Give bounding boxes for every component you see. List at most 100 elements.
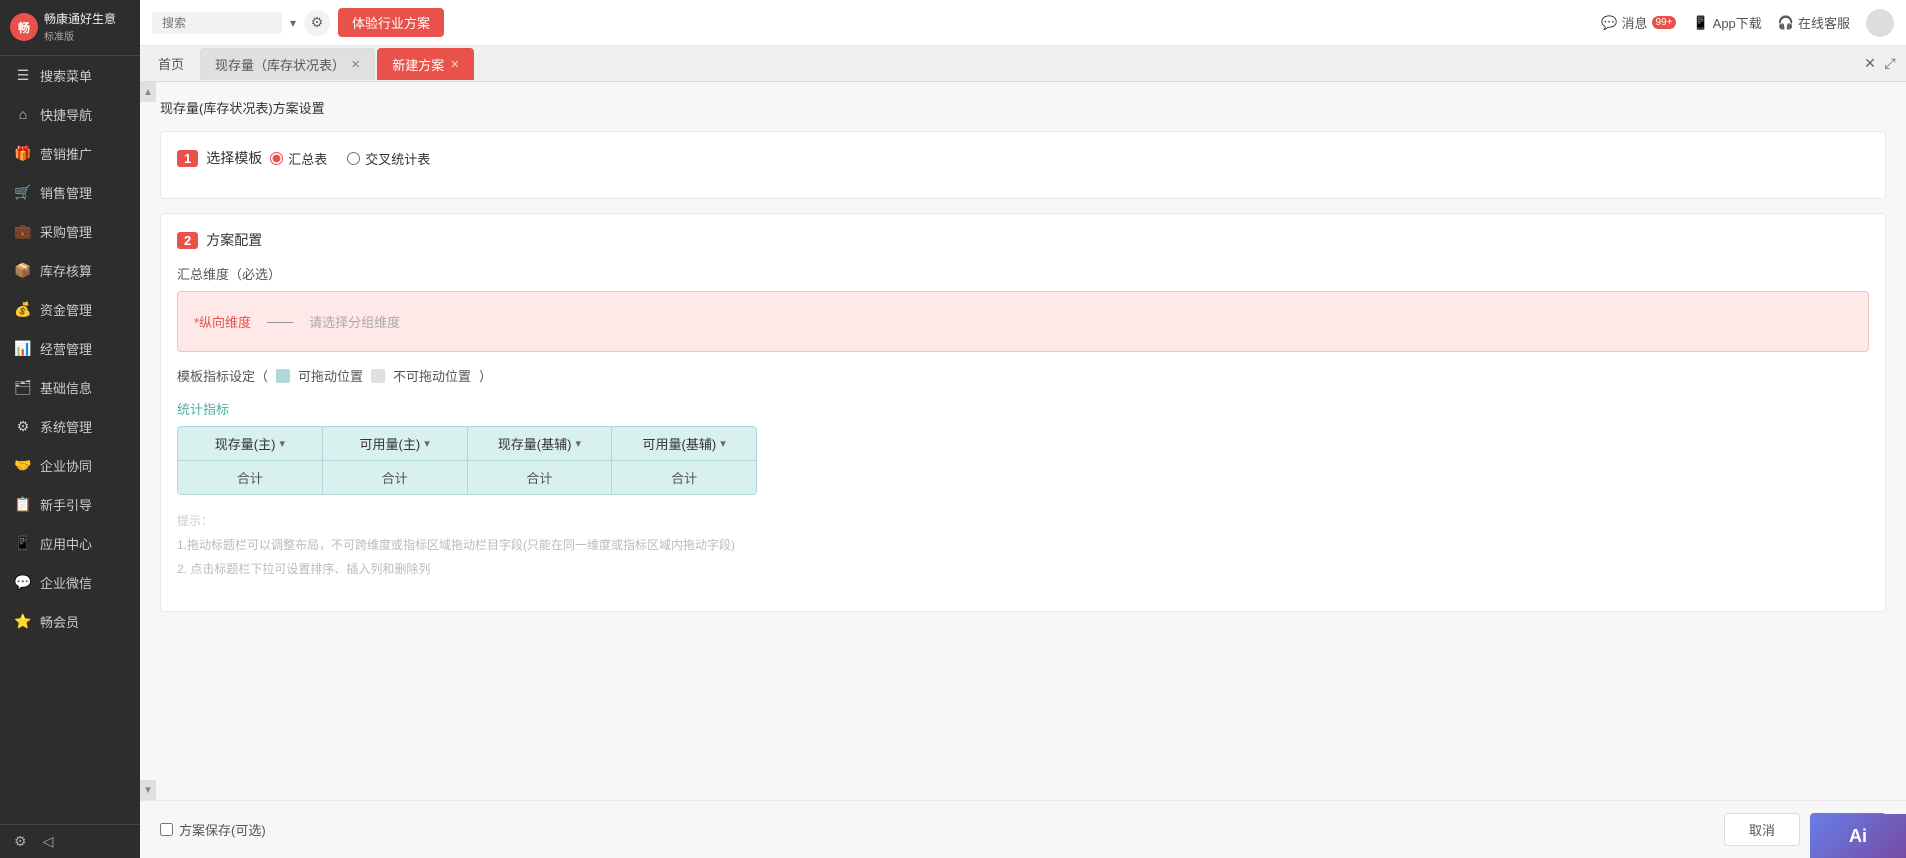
sidebar-item-basic-info[interactable]: 🗂 基础信息 xyxy=(0,368,140,407)
settings-bottom-icon[interactable]: ⚙ xyxy=(14,833,27,850)
stat-col-2: 现存量(基辅) ▾ 合计 xyxy=(468,427,613,494)
template-radio-group: 汇总表 交叉统计表 xyxy=(270,149,430,168)
sidebar-item-sales[interactable]: 🛒 销售管理 xyxy=(0,173,140,212)
sidebar-item-system[interactable]: ⚙ 系统管理 xyxy=(0,407,140,446)
sidebar-item-finance[interactable]: 💰 资金管理 xyxy=(0,290,140,329)
sales-icon: 🛒 xyxy=(14,183,32,201)
sidebar-item-inventory[interactable]: 📦 库存核算 xyxy=(0,251,140,290)
topbar-settings-button[interactable]: ⚙ xyxy=(304,10,330,36)
dimension-field-label: 汇总维度（必选） xyxy=(177,264,1869,283)
scroll-down-button[interactable]: ▼ xyxy=(140,780,156,800)
draggable-tag-label: 可拖动位置 xyxy=(298,366,363,385)
app-download-label: App下载 xyxy=(1713,13,1762,32)
sidebar-item-label: 应用中心 xyxy=(40,534,92,553)
sidebar-item-label: 营销推广 xyxy=(40,144,92,163)
sidebar-item-label: 畅会员 xyxy=(40,612,79,631)
logo-icon: 畅 xyxy=(10,13,38,41)
tab-inventory-status[interactable]: 现存量（库存状况表） ✕ xyxy=(200,48,375,80)
member-icon: ⭐ xyxy=(14,612,32,630)
app-center-icon: 📱 xyxy=(14,534,32,552)
topbar-dropdown[interactable]: ▾ xyxy=(290,16,296,30)
chevron-down-col1[interactable]: ▾ xyxy=(424,437,430,450)
sidebar-item-newbie[interactable]: 📋 新手引导 xyxy=(0,485,140,524)
trial-button[interactable]: 体验行业方案 xyxy=(338,8,444,37)
message-icon: 💬 xyxy=(1601,15,1617,31)
stat-col-3: 可用量(基辅) ▾ 合计 xyxy=(612,427,756,494)
inventory-icon: 📦 xyxy=(14,261,32,279)
finance-icon: 💰 xyxy=(14,300,32,318)
stat-col-0: 现存量(主) ▾ 合计 xyxy=(178,427,323,494)
radio-summary-label: 汇总表 xyxy=(288,149,327,168)
window-controls: ✕ ⤢ xyxy=(1862,56,1906,72)
non-draggable-tag-label: 不可拖动位置 xyxy=(393,366,471,385)
save-label: 方案保存(可选) xyxy=(179,820,266,839)
radio-summary-input[interactable] xyxy=(270,152,283,165)
stat-col-header-1: 可用量(主) ▾ xyxy=(323,427,467,461)
messages-button[interactable]: 💬 消息 99+ xyxy=(1601,13,1676,32)
expand-window-icon[interactable]: ⤢ xyxy=(1882,56,1898,72)
tabbar: 首页 现存量（库存状况表） ✕ 新建方案 ✕ ✕ ⤢ xyxy=(140,46,1906,82)
sidebar-item-operations[interactable]: 📊 经营管理 xyxy=(0,329,140,368)
sidebar-item-label: 新手引导 xyxy=(40,495,92,514)
sidebar-item-wechat[interactable]: 💬 企业微信 xyxy=(0,563,140,602)
close-window-icon[interactable]: ✕ xyxy=(1862,56,1878,72)
save-checkbox[interactable] xyxy=(160,823,173,836)
sidebar-item-label: 快捷导航 xyxy=(40,105,92,124)
cancel-button[interactable]: 取消 xyxy=(1724,813,1800,846)
step1-badge: 1 xyxy=(177,150,198,167)
app-download-button[interactable]: 📱 App下载 xyxy=(1692,13,1761,32)
scroll-up-button[interactable]: ▲ xyxy=(140,82,156,102)
radio-summary[interactable]: 汇总表 xyxy=(270,149,327,168)
chevron-down-col3[interactable]: ▾ xyxy=(720,437,726,450)
chevron-down-col0[interactable]: ▾ xyxy=(279,437,285,450)
tab-inventory-close-icon[interactable]: ✕ xyxy=(351,58,360,71)
sidebar-item-label: 资金管理 xyxy=(40,300,92,319)
messages-label: 消息 xyxy=(1621,13,1647,32)
stat-col-header-2: 现存量(基辅) ▾ xyxy=(468,427,612,461)
sidebar-item-marketing[interactable]: 🎁 营销推广 xyxy=(0,134,140,173)
logo-sub: 标准版 xyxy=(44,28,116,43)
user-avatar[interactable] xyxy=(1866,9,1894,37)
non-draggable-tag xyxy=(371,369,385,383)
stat-col-body-1: 合计 xyxy=(323,461,467,494)
section1-card: 1 选择模板 汇总表 交叉统计表 xyxy=(160,131,1886,199)
tab-inventory-status-label: 现存量（库存状况表） xyxy=(215,55,345,74)
gift-icon: 🎁 xyxy=(14,144,32,162)
tab-new-scheme[interactable]: 新建方案 ✕ xyxy=(377,48,474,80)
topbar-right: 💬 消息 99+ 📱 App下载 🎧 在线客服 xyxy=(1601,9,1894,37)
vertical-dim-label: *纵向维度 xyxy=(194,312,251,331)
chevron-down-col2[interactable]: ▾ xyxy=(575,437,581,450)
radio-cross-label: 交叉统计表 xyxy=(365,149,430,168)
sidebar-bottom: ⚙ ◁ xyxy=(0,824,140,858)
save-option[interactable]: 方案保存(可选) xyxy=(160,820,266,839)
sidebar-item-label: 经营管理 xyxy=(40,339,92,358)
sidebar-item-purchase[interactable]: 💼 采购管理 xyxy=(0,212,140,251)
sidebar-scroll: ☰ 搜索菜单 ⌂ 快捷导航 🎁 营销推广 🛒 销售管理 💼 采购管理 📦 库存核… xyxy=(0,56,140,824)
online-service-button[interactable]: 🎧 在线客服 xyxy=(1778,13,1850,32)
search-menu-icon: ☰ xyxy=(14,66,32,84)
sidebar-item-label: 基础信息 xyxy=(40,378,92,397)
footer: 方案保存(可选) 取消 查询 xyxy=(140,800,1906,858)
dimension-area[interactable]: *纵向维度 —— 请选择分组维度 xyxy=(177,291,1869,352)
tab-new-scheme-close-icon[interactable]: ✕ xyxy=(450,58,459,71)
messages-badge: 99+ xyxy=(1652,16,1677,29)
dimension-dash: —— xyxy=(267,314,293,329)
sidebar-item-quick-nav[interactable]: ⌂ 快捷导航 xyxy=(0,95,140,134)
sidebar-item-search-menu[interactable]: ☰ 搜索菜单 xyxy=(0,56,140,95)
ai-float-button[interactable]: Ai xyxy=(1810,814,1906,858)
search-input[interactable] xyxy=(152,12,282,34)
sidebar-item-label: 搜索菜单 xyxy=(40,66,92,85)
stat-col-body-0: 合计 xyxy=(178,461,322,494)
sound-icon[interactable]: ◁ xyxy=(43,833,54,850)
indicator-settings-label: 模板指标设定（ 可拖动位置 不可拖动位置 ） xyxy=(177,366,1869,385)
sidebar-item-enterprise[interactable]: 🤝 企业协同 xyxy=(0,446,140,485)
sidebar-item-member[interactable]: ⭐ 畅会员 xyxy=(0,602,140,641)
radio-cross-input[interactable] xyxy=(347,152,360,165)
headset-icon: 🎧 xyxy=(1778,15,1794,31)
logo-text: 畅康通好生意 xyxy=(44,12,116,28)
tips-title: 提示： xyxy=(177,514,213,528)
tab-home[interactable]: 首页 xyxy=(144,48,198,80)
radio-cross[interactable]: 交叉统计表 xyxy=(347,149,430,168)
dimension-placeholder: 请选择分组维度 xyxy=(309,312,400,331)
sidebar-item-app-center[interactable]: 📱 应用中心 xyxy=(0,524,140,563)
